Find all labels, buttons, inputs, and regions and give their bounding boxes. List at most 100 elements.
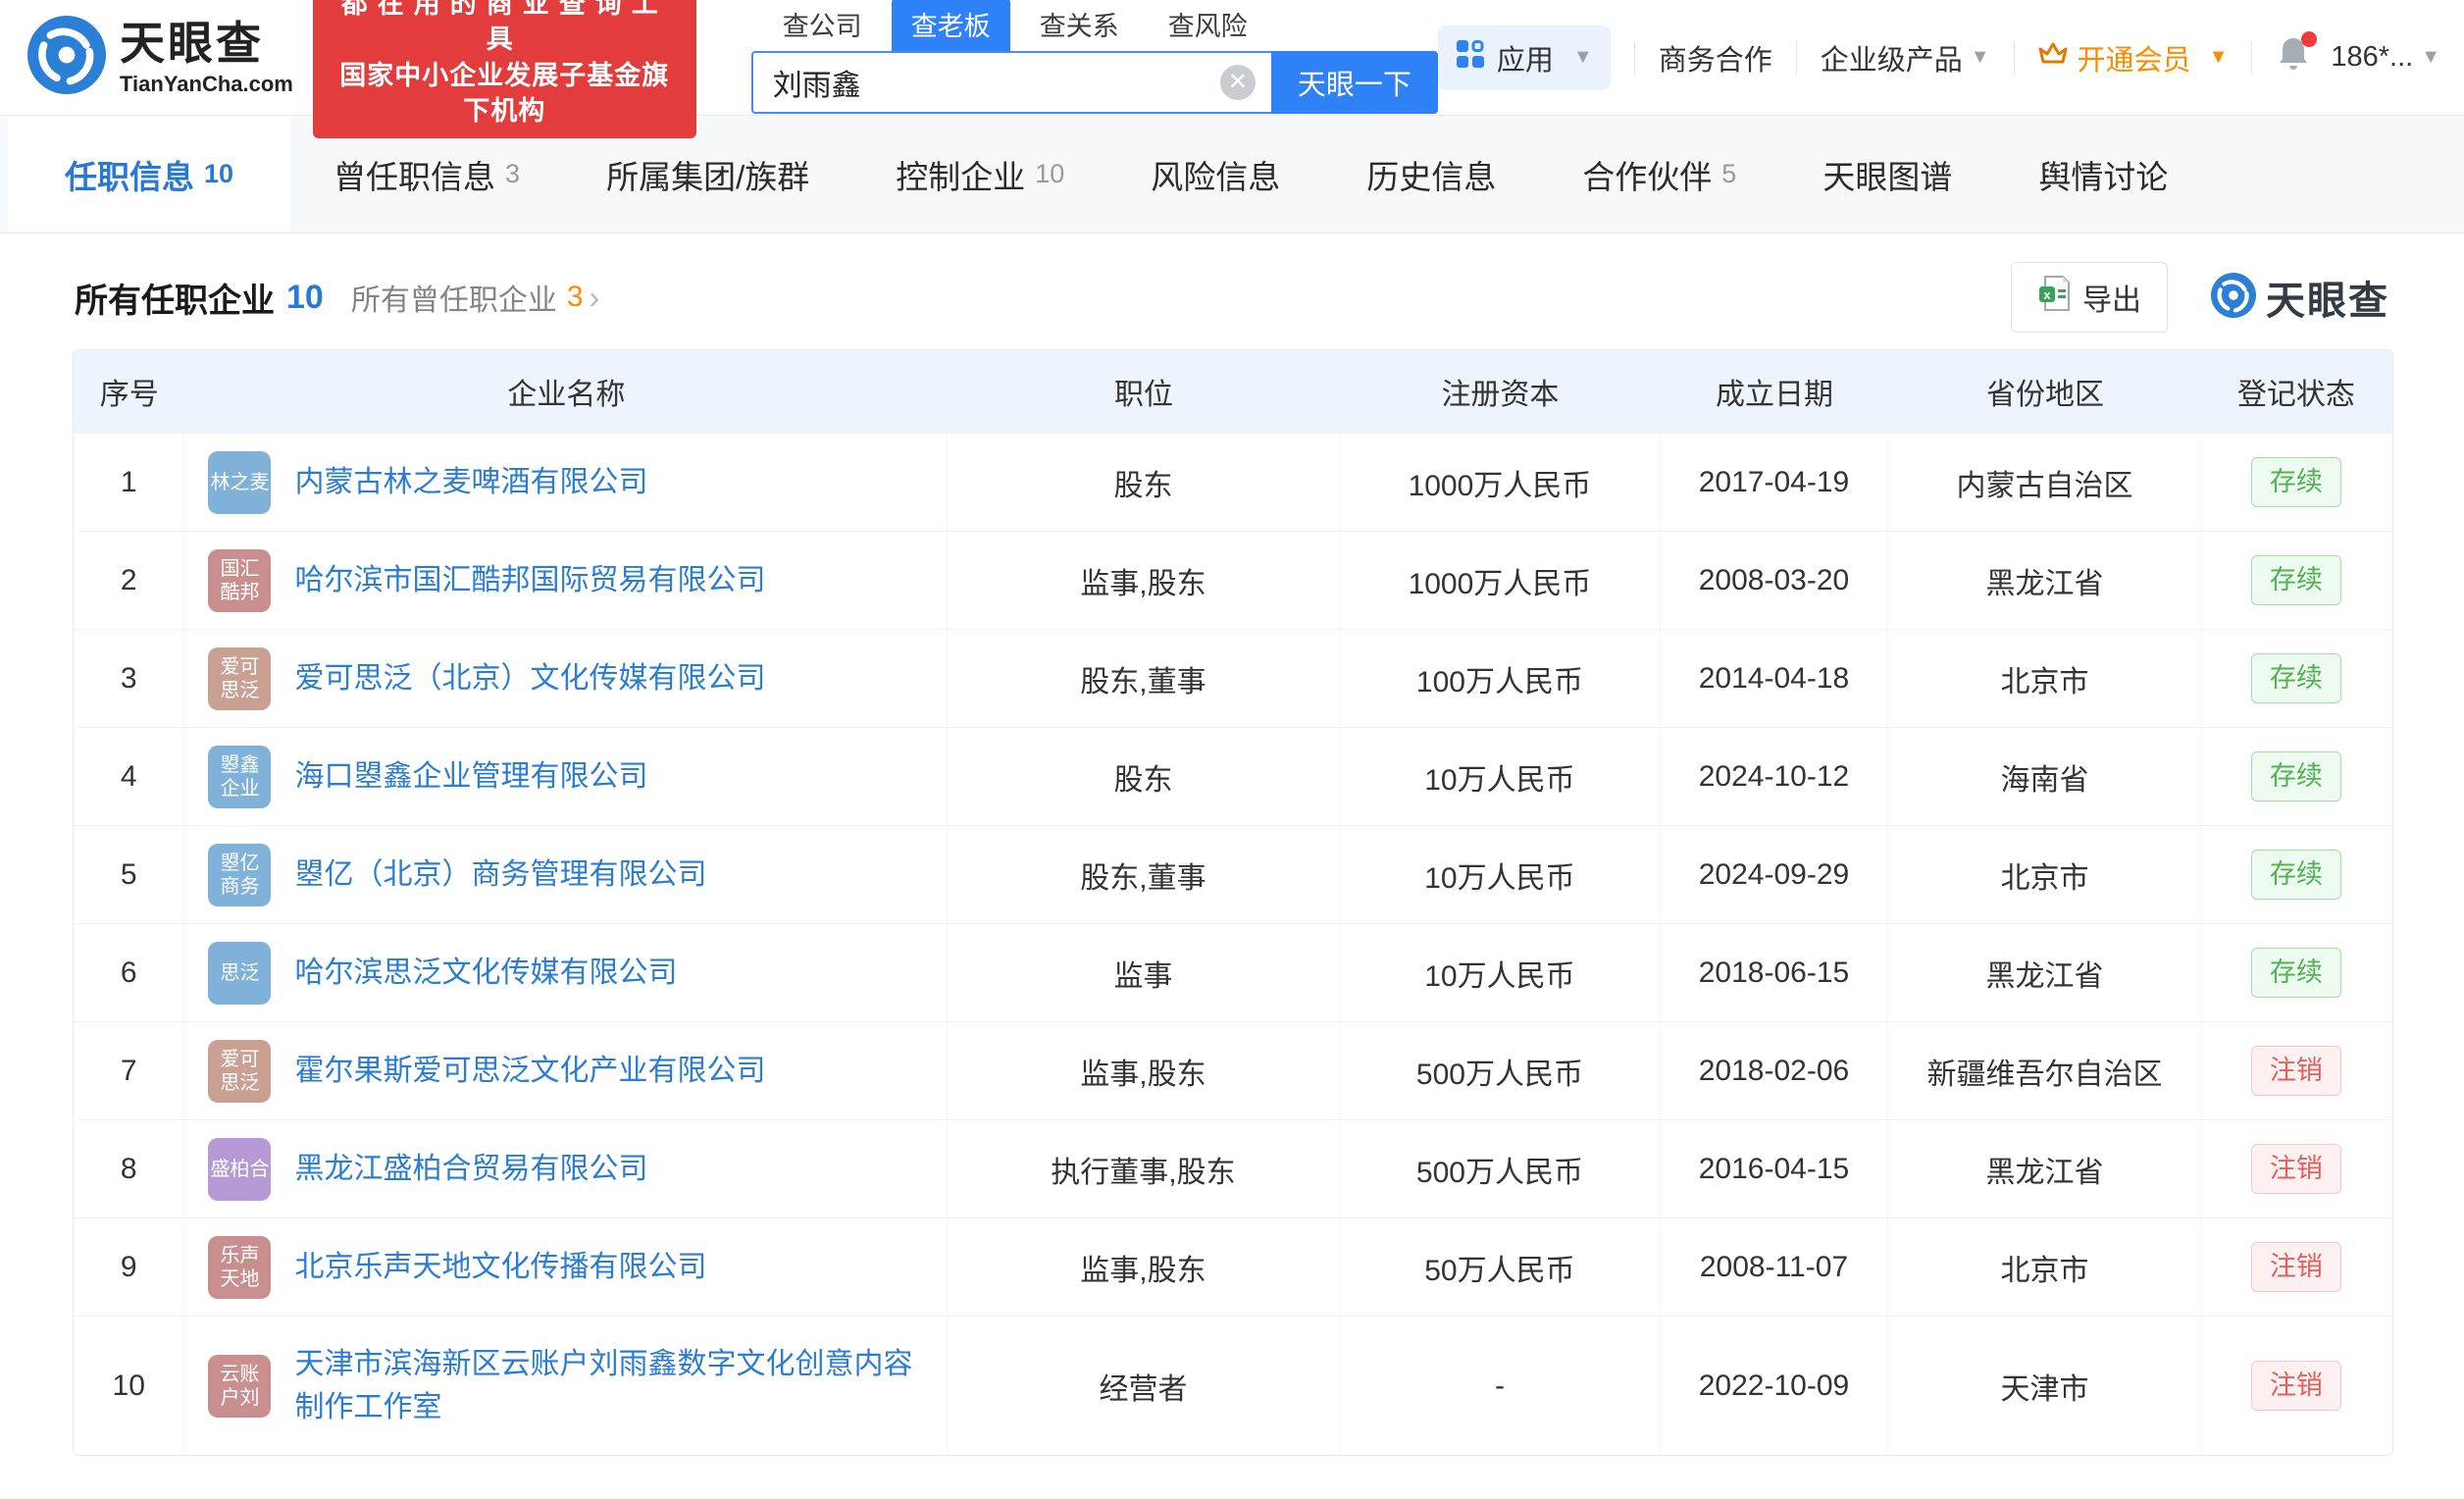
table-row: 7 爱可 思泛 霍尔果斯爱可思泛文化产业有限公司 监事,股东 500万人民币 2… xyxy=(74,1021,2392,1119)
tianyancha-page: 天眼查 TianYanCha.com 都在用的商业查询工具 国家中小企业发展子基… xyxy=(0,0,2464,1499)
account-phone: 186*... xyxy=(2331,41,2414,73)
search-button[interactable]: 天眼一下 xyxy=(1270,50,1438,114)
search-tab-risk[interactable]: 查风险 xyxy=(1149,0,1267,51)
header-position: 职位 xyxy=(1113,379,1173,411)
company-link[interactable]: 黑龙江盛柏合贸易有限公司 xyxy=(294,1148,647,1191)
tab-graph[interactable]: 天眼图谱 xyxy=(1779,116,1995,233)
chevron-down-icon: ▼ xyxy=(1970,46,1990,68)
status-badge: 注销 xyxy=(2250,1242,2341,1292)
table-row: 4 曌鑫 企业 海口曌鑫企业管理有限公司 股东 10万人民币 2024-10-1… xyxy=(74,727,2392,825)
status-badge: 存续 xyxy=(2250,850,2341,900)
table-header-row: 序号 企业名称 职位 注册资本 成立日期 省份地区 登记状态 xyxy=(74,350,2392,433)
search-tab-boss[interactable]: 查老板 xyxy=(891,0,1010,51)
nav-cooperation[interactable]: 商务合作 xyxy=(1659,37,1772,78)
tab-controlled-companies[interactable]: 控制企业 10 xyxy=(852,116,1107,233)
companies-table: 序号 企业名称 职位 注册资本 成立日期 省份地区 登记状态 1 林之麦 内蒙古… xyxy=(73,349,2393,1456)
apps-menu-button[interactable]: 应用 ▼ xyxy=(1437,25,1611,90)
divider xyxy=(2251,40,2253,75)
logo-title: 天眼查 xyxy=(120,18,264,70)
company-avatar: 林之麦 xyxy=(208,450,272,514)
clear-search-icon[interactable]: ✕ xyxy=(1219,64,1256,100)
nav-enterprise[interactable]: 企业级产品 ▼ xyxy=(1821,37,1990,78)
company-avatar: 曌鑫 企业 xyxy=(208,745,272,808)
tab-partners[interactable]: 合作伙伴 5 xyxy=(1539,116,1779,233)
tab-history-info[interactable]: 历史信息 xyxy=(1323,116,1539,233)
tianyancha-swirl-icon xyxy=(2211,272,2256,323)
divider xyxy=(2013,40,2015,75)
status-badge: 存续 xyxy=(2250,457,2341,507)
section-title: 所有任职企业 xyxy=(75,282,275,320)
tab-group[interactable]: 所属集团/族群 xyxy=(563,116,852,233)
company-avatar: 国汇 酷邦 xyxy=(208,548,272,612)
header-date: 成立日期 xyxy=(1715,379,1833,411)
search-box: ✕ 天眼一下 xyxy=(750,50,1438,114)
table-row: 10 云账 户刘 天津市滨海新区云账户刘雨鑫数字文化创意内容制作工作室 经营者 … xyxy=(74,1316,2392,1455)
company-link[interactable]: 北京乐声天地文化传播有限公司 xyxy=(294,1246,706,1289)
company-link[interactable]: 爱可思泛（北京）文化传媒有限公司 xyxy=(294,657,765,700)
search-tabs: 查公司 查老板 查关系 查风险 xyxy=(751,0,1438,51)
chevron-down-icon: ▼ xyxy=(2421,46,2440,68)
tianyancha-watermark: 天眼查 xyxy=(2211,269,2389,326)
status-badge: 注销 xyxy=(2250,1361,2341,1411)
company-avatar: 乐声 天地 xyxy=(208,1235,272,1299)
chevron-down-icon: ▼ xyxy=(1572,46,1593,68)
top-header: 天眼查 TianYanCha.com 都在用的商业查询工具 国家中小企业发展子基… xyxy=(0,0,2464,139)
tab-public-opinion[interactable]: 舆情讨论 xyxy=(1995,116,2211,233)
company-avatar: 盛柏合 xyxy=(208,1137,272,1201)
company-link[interactable]: 哈尔滨市国汇酷邦国际贸易有限公司 xyxy=(294,559,765,602)
nav-vip[interactable]: 开通会员 ▼ xyxy=(2038,37,2229,78)
company-avatar: 曌亿 商务 xyxy=(208,843,272,906)
search-input[interactable] xyxy=(772,65,1220,99)
tab-risk-info[interactable]: 风险信息 xyxy=(1107,116,1323,233)
company-avatar: 爱可 思泛 xyxy=(208,646,272,710)
promo-line1: 都在用的商业查询工具 xyxy=(340,0,668,55)
header-company: 企业名称 xyxy=(507,379,626,411)
logo-subtitle: TianYanCha.com xyxy=(120,71,293,96)
table-row: 2 国汇 酷邦 哈尔滨市国汇酷邦国际贸易有限公司 监事,股东 1000万人民币 … xyxy=(74,531,2392,629)
tianyancha-logo[interactable]: 天眼查 TianYanCha.com xyxy=(27,16,293,99)
nav-account[interactable]: 186*... ▼ xyxy=(2331,41,2440,74)
header-region: 省份地区 xyxy=(1985,379,2104,411)
company-link[interactable]: 天津市滨海新区云账户刘雨鑫数字文化创意内容制作工作室 xyxy=(294,1343,923,1428)
notification-bell-icon[interactable] xyxy=(2276,30,2318,80)
notification-dot xyxy=(2301,30,2318,47)
search-tab-relation[interactable]: 查关系 xyxy=(1020,0,1139,51)
header-status: 登记状态 xyxy=(2236,379,2355,411)
company-avatar: 爱可 思泛 xyxy=(208,1039,272,1103)
status-badge: 存续 xyxy=(2250,555,2341,605)
section-header: 所有任职企业 10 所有曾任职企业 3 › x 导出 天眼查 xyxy=(0,233,2464,333)
company-link[interactable]: 霍尔果斯爱可思泛文化产业有限公司 xyxy=(294,1050,765,1093)
grid-icon xyxy=(1456,39,1485,77)
tab-former-positions[interactable]: 曾任职信息 3 xyxy=(290,116,563,233)
table-row: 8 盛柏合 黑龙江盛柏合贸易有限公司 执行董事,股东 500万人民币 2016-… xyxy=(74,1119,2392,1217)
status-badge: 存续 xyxy=(2250,751,2341,801)
divider xyxy=(1795,40,1797,75)
page-tab-bar: 任职信息 10 曾任职信息 3 所属集团/族群 控制企业 10 风险信息 历史信… xyxy=(0,116,2464,233)
table-row: 1 林之麦 内蒙古林之麦啤酒有限公司 股东 1000万人民币 2017-04-1… xyxy=(74,433,2392,531)
tianyancha-swirl-icon xyxy=(27,16,106,99)
table-row: 5 曌亿 商务 曌亿（北京）商务管理有限公司 股东,董事 10万人民币 2024… xyxy=(74,825,2392,923)
apps-label: 应用 xyxy=(1496,44,1554,77)
header-seq: 序号 xyxy=(99,379,159,411)
crown-icon xyxy=(2038,41,2068,75)
company-avatar: 云账 户刘 xyxy=(208,1354,272,1418)
tab-renzhi-info[interactable]: 任职信息 10 xyxy=(8,116,291,233)
status-badge: 注销 xyxy=(2250,1046,2341,1096)
company-link[interactable]: 内蒙古林之麦啤酒有限公司 xyxy=(294,461,647,504)
table-row: 6 思泛 哈尔滨思泛文化传媒有限公司 监事 10万人民币 2018-06-15 … xyxy=(74,923,2392,1021)
search-tab-company[interactable]: 查公司 xyxy=(763,0,882,51)
table-row: 3 爱可 思泛 爱可思泛（北京）文化传媒有限公司 股东,董事 100万人民币 2… xyxy=(74,629,2392,727)
export-button[interactable]: x 导出 xyxy=(2011,262,2168,333)
chevron-down-icon: ▼ xyxy=(2208,46,2229,68)
table-row: 9 乐声 天地 北京乐声天地文化传播有限公司 监事,股东 50万人民币 2008… xyxy=(74,1217,2392,1316)
company-avatar: 思泛 xyxy=(208,941,272,1005)
company-link[interactable]: 曌亿（北京）商务管理有限公司 xyxy=(294,853,706,897)
company-link[interactable]: 海口曌鑫企业管理有限公司 xyxy=(294,755,647,799)
status-badge: 存续 xyxy=(2250,653,2341,703)
company-link[interactable]: 哈尔滨思泛文化传媒有限公司 xyxy=(294,952,677,995)
divider xyxy=(1633,40,1635,75)
svg-text:x: x xyxy=(2043,287,2051,302)
section-count: 10 xyxy=(286,278,324,316)
former-companies-link[interactable]: 所有曾任职企业 3 › xyxy=(351,276,599,319)
status-badge: 存续 xyxy=(2250,948,2341,998)
